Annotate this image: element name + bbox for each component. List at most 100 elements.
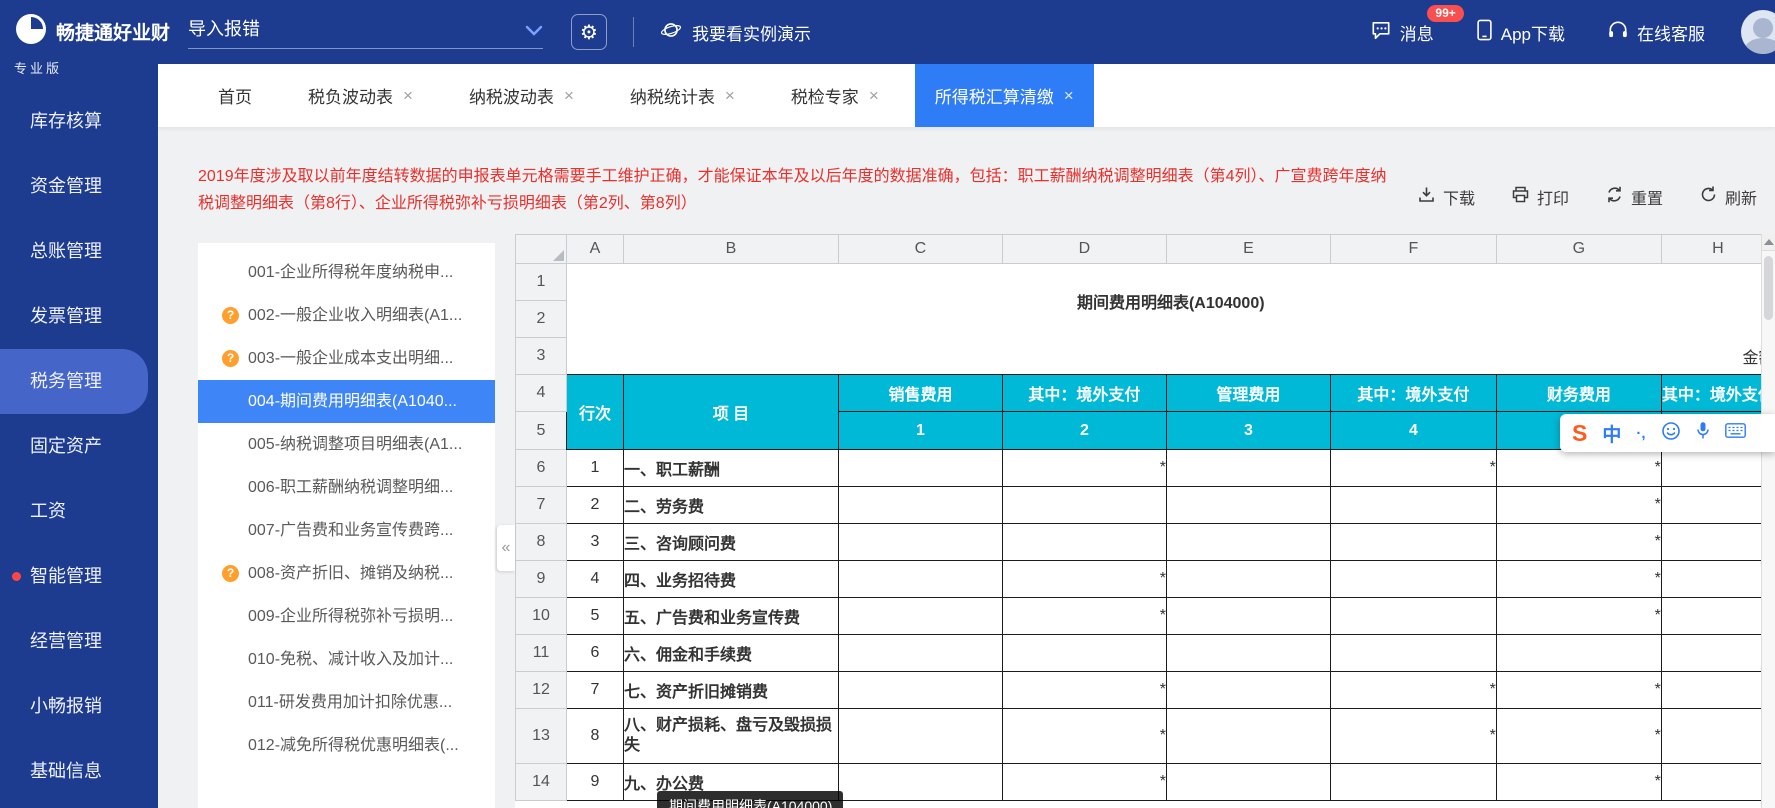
microphone-icon[interactable] [1696,421,1710,445]
sheet-cell[interactable] [837,523,1003,561]
select-all-corner[interactable] [515,234,567,264]
sheet-cell[interactable]: * [1001,763,1167,801]
header-col-num[interactable]: 1 [837,411,1003,450]
report-item-004[interactable]: 004-期间费用明细表(A1040... [198,380,495,423]
sheet-cell[interactable] [1165,634,1331,672]
sheet-cell[interactable] [1165,449,1331,487]
sheet-cell[interactable]: * [1495,560,1662,598]
sheet-cell[interactable] [837,671,1003,709]
sheet-cell[interactable] [1165,523,1331,561]
header-item[interactable]: 项 目 [622,374,839,450]
app-download-button[interactable]: App下载 [1476,19,1565,46]
column-header-g[interactable]: G [1495,234,1662,264]
item-cell[interactable]: 七、资产折旧摊销费 [622,671,839,709]
sheet-cell[interactable]: * [1495,523,1662,561]
reset-button[interactable]: 重置 [1605,185,1663,209]
column-header-h[interactable]: H [1660,234,1775,264]
line-no-cell[interactable]: 9 [565,763,624,801]
help-icon[interactable]: ? [222,565,239,582]
row-header[interactable]: 3 [515,337,567,375]
sheet-cell[interactable] [1329,634,1497,672]
sidebar-item-business-management[interactable]: 经营管理 [0,609,158,674]
report-item-009[interactable]: 009-企业所得税弥补亏损明... [198,595,495,638]
tab-tax-expert[interactable]: 税检专家 × [771,64,899,127]
row-header[interactable]: 8 [515,523,567,561]
close-icon[interactable]: × [403,86,413,106]
sidebar-item-funds[interactable]: 资金管理 [0,154,158,219]
close-icon[interactable]: × [725,86,735,106]
row-header[interactable]: 13 [515,708,567,764]
sidebar-item-general-ledger[interactable]: 总账管理 [0,219,158,284]
scroll-up-button[interactable] [1762,234,1775,251]
row-header[interactable]: 1 [515,263,567,301]
column-header-a[interactable]: A [565,234,624,264]
sheet-cell[interactable] [1660,449,1775,487]
header-col[interactable]: 销售费用 [837,374,1003,412]
sheet-cell[interactable]: * [1001,597,1167,635]
sheet-cell[interactable]: * [1495,486,1662,524]
tab-tax-burden[interactable]: 税负波动表 × [288,64,433,127]
sheet-cell[interactable] [1660,597,1775,635]
row-header[interactable]: 4 [515,374,567,412]
sidebar-item-invoice[interactable]: 发票管理 [0,284,158,349]
row-header[interactable]: 5 [515,411,567,450]
item-cell[interactable]: 四、业务招待费 [622,560,839,598]
sheet-cell[interactable] [837,634,1003,672]
header-col-num[interactable]: 4 [1329,411,1497,450]
row-header[interactable]: 2 [515,300,567,338]
online-service-button[interactable]: 在线客服 [1607,19,1705,46]
help-icon[interactable]: ? [222,350,239,367]
sheet-cell[interactable] [1660,708,1775,764]
sidebar-item-fixed-assets[interactable]: 固定资产 [0,414,158,479]
report-item-002[interactable]: ? 002-一般企业收入明细表(A1... [198,294,495,337]
close-icon[interactable]: × [869,86,879,106]
line-no-cell[interactable]: 1 [565,449,624,487]
sheet-cell[interactable] [1165,560,1331,598]
column-header-b[interactable]: B [622,234,839,264]
item-cell[interactable]: 五、广告费和业务宣传费 [622,597,839,635]
sidebar-item-payroll[interactable]: 工资 [0,479,158,544]
header-col[interactable]: 管理费用 [1165,374,1331,412]
sheet-cell[interactable]: * [1001,671,1167,709]
row-header[interactable]: 7 [515,486,567,524]
column-header-f[interactable]: F [1329,234,1497,264]
sheet-cell[interactable]: * [1001,449,1167,487]
help-icon[interactable]: ? [222,307,239,324]
row-header[interactable]: 12 [515,671,567,709]
header-col-num[interactable]: 2 [1001,411,1167,450]
sheet-cell[interactable] [1660,560,1775,598]
sheet-cell[interactable] [837,486,1003,524]
sheet-cell[interactable] [1165,486,1331,524]
scrollbar-thumb[interactable] [1764,256,1773,320]
item-cell[interactable]: 二、劳务费 [622,486,839,524]
sheet-cell[interactable]: * [1001,560,1167,598]
sheet-cell[interactable]: * [1495,597,1662,635]
unit-note-cell[interactable]: 金额 [566,337,1775,375]
sheet-cell[interactable]: * [1495,671,1662,709]
line-no-cell[interactable]: 3 [565,523,624,561]
report-item-007[interactable]: 007-广告费和业务宣传费跨... [198,509,495,552]
sheet-cell[interactable] [837,597,1003,635]
header-col[interactable]: 财务费用 [1495,374,1662,412]
sheet-title-cell[interactable]: 期间费用明细表(A104000) [566,263,1775,338]
report-item-008[interactable]: ? 008-资产折旧、摊销及纳税... [198,552,495,595]
sheet-cell[interactable] [837,708,1003,764]
sidebar-item-expense[interactable]: 小畅报销 [0,674,158,739]
report-item-005[interactable]: 005-纳税调整项目明细表(A1... [198,423,495,466]
row-header[interactable]: 11 [515,634,567,672]
print-button[interactable]: 打印 [1511,185,1569,209]
import-error-dropdown[interactable]: 导入报错 [188,15,543,49]
sheet-cell[interactable] [1660,486,1775,524]
item-cell[interactable]: 六、佣金和手续费 [622,634,839,672]
sidebar-item-smart-management[interactable]: 智能管理 [0,544,158,609]
column-header-e[interactable]: E [1165,234,1331,264]
sheet-cell[interactable] [1660,763,1775,801]
download-button[interactable]: 下载 [1417,185,1475,209]
row-header[interactable]: 9 [515,560,567,598]
sheet-cell[interactable] [1329,560,1497,598]
sheet-cell[interactable] [1165,763,1331,801]
demo-link[interactable]: 我要看实例演示 [660,19,811,46]
header-col[interactable]: 其中：境外支付 [1329,374,1497,412]
header-line-no[interactable]: 行次 [565,374,624,450]
line-no-cell[interactable]: 6 [565,634,624,672]
